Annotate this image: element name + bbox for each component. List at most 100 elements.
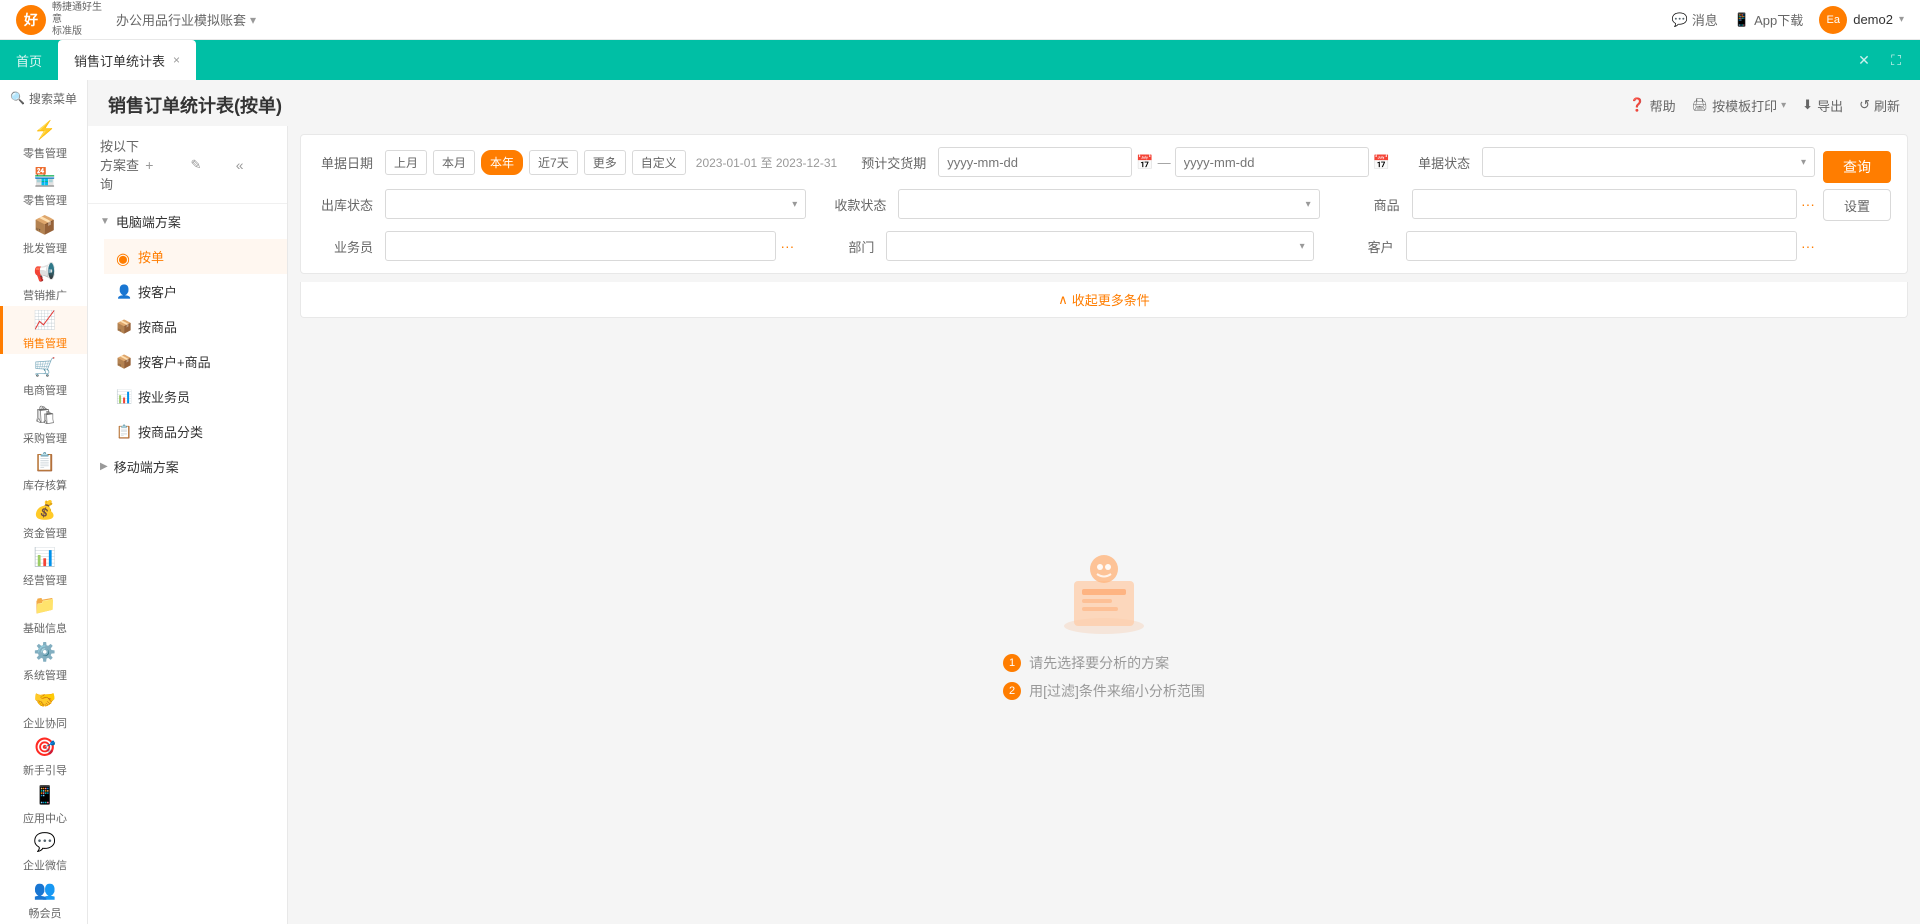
breadcrumb-expand-icon[interactable]: ▾ — [250, 13, 256, 27]
left-panel: 按以下方案查询 + ✎ « ▼ 电脑端方案 ◉ 按单 👤 — [88, 126, 288, 924]
split-layout: 按以下方案查询 + ✎ « ▼ 电脑端方案 ◉ 按单 👤 — [88, 126, 1920, 924]
sidebar-item-sales[interactable]: 📈 销售管理 — [0, 306, 87, 354]
date-label: 单据日期 — [317, 153, 373, 172]
sidebar-item-finance[interactable]: 💰 资金管理 — [0, 496, 87, 544]
collapse-bar[interactable]: ∧ 收起更多条件 — [300, 282, 1908, 318]
order-status-select[interactable]: ▾ — [1482, 147, 1815, 177]
customer-input[interactable] — [1406, 231, 1797, 261]
sidebar-item-basic[interactable]: 📁 基础信息 — [0, 592, 87, 640]
edit-scheme-icon[interactable]: ✎ — [191, 157, 230, 173]
sidebar-item-marketing[interactable]: 📢 营销推广 — [0, 259, 87, 307]
sidebar-item-purchase[interactable]: 🛍 采购管理 — [0, 401, 87, 449]
sidebar-item-retail[interactable]: 🏪 零售管理 — [0, 164, 87, 212]
by-category-icon: 📋 — [116, 424, 132, 440]
refresh-icon: ↺ — [1859, 97, 1870, 113]
dept-label: 部门 — [818, 237, 874, 256]
order-status-arrow-icon: ▾ — [1801, 157, 1806, 168]
filter-row-3: 业务员 ··· 部门 ▾ 客户 — [317, 231, 1815, 261]
customer-more-icon[interactable]: ··· — [1801, 238, 1815, 254]
date-btn-custom[interactable]: 自定义 — [632, 150, 686, 175]
product-more-icon[interactable]: ··· — [1801, 196, 1815, 212]
sidebar-item-newbie[interactable]: 🎯 新手引导 — [0, 734, 87, 782]
ecom-icon: 🛒 — [34, 357, 56, 378]
sidebar-search[interactable]: 🔍 搜索菜单 — [0, 80, 87, 116]
order-status-label: 单据状态 — [1414, 153, 1470, 172]
system-icon: ⚙️ — [34, 642, 56, 663]
calendar-from-icon[interactable]: 📅 — [1136, 154, 1153, 171]
tree-item-by-category[interactable]: 📋 按商品分类 — [104, 414, 287, 449]
tree-item-by-customer[interactable]: 👤 按客户 — [104, 274, 287, 309]
right-panel: 单据日期 上月 本月 本年 近7天 更多 自定义 2023-01-01 至 20… — [288, 126, 1920, 924]
collapse-icon: ∧ — [1058, 292, 1068, 308]
ship-status-arrow-icon: ▾ — [792, 199, 797, 210]
sidebar-item-wechat[interactable]: 💬 企业微信 — [0, 829, 87, 877]
app-download-button[interactable]: 📱 App下载 — [1734, 10, 1803, 29]
collab-icon: 🤝 — [34, 690, 56, 711]
ops-icon: 📊 — [34, 547, 56, 568]
help-button[interactable]: ❓ 帮助 — [1629, 96, 1675, 115]
tab-bar-right: ✕ ⛶ — [1852, 48, 1920, 72]
calendar-to-icon[interactable]: 📅 — [1373, 154, 1390, 171]
expected-date-from-input[interactable] — [938, 147, 1132, 177]
sidebar-item-appstore[interactable]: 📱 应用中心 — [0, 782, 87, 830]
export-icon: ⬇ — [1802, 97, 1813, 113]
sidebar-item-member[interactable]: 👥 畅会员 — [0, 877, 87, 924]
sidebar-item-shortcut[interactable]: ⚡ 零售管理 — [0, 116, 87, 164]
expected-date-to-input[interactable] — [1175, 147, 1369, 177]
tree-parent-mobile[interactable]: ▶ 移动端方案 — [88, 449, 287, 484]
window-expand-icon[interactable]: ⛶ — [1884, 48, 1908, 72]
sidebar-item-wholesale[interactable]: 📦 批发管理 — [0, 211, 87, 259]
sidebar-item-inventory[interactable]: 📋 库存核算 — [0, 449, 87, 497]
tree-item-by-product[interactable]: 📦 按商品 — [104, 309, 287, 344]
collapse-panel-icon[interactable]: « — [236, 157, 275, 173]
date-btn-more[interactable]: 更多 — [584, 150, 626, 175]
date-range-text: 2023-01-01 至 2023-12-31 — [696, 154, 837, 171]
tab-sales-order-stats[interactable]: 销售订单统计表 × — [58, 40, 196, 80]
date-btn-this-year[interactable]: 本年 — [481, 150, 523, 175]
print-arrow-icon: ▾ — [1781, 100, 1786, 111]
tree-parent-pc[interactable]: ▼ 电脑端方案 — [88, 204, 287, 239]
message-button[interactable]: 💬 消息 — [1672, 10, 1718, 29]
tab-close-icon[interactable]: × — [173, 53, 180, 67]
tree-item-by-cust-prod[interactable]: 📦 按客户+商品 — [104, 344, 287, 379]
retail-icon: 🏪 — [34, 167, 56, 188]
by-order-icon: ◉ — [116, 249, 132, 265]
tab-home[interactable]: 首页 — [0, 40, 58, 80]
sidebar-item-ops[interactable]: 📊 经营管理 — [0, 544, 87, 592]
left-panel-header: 按以下方案查询 + ✎ « — [88, 126, 287, 204]
message-icon: 💬 — [1672, 12, 1688, 28]
date-btn-this-month[interactable]: 本月 — [433, 150, 475, 175]
setting-button[interactable]: 设置 — [1823, 189, 1891, 221]
sidebar-item-ecom[interactable]: 🛒 电商管理 — [0, 354, 87, 402]
refresh-button[interactable]: ↺ 刷新 — [1859, 96, 1900, 115]
by-product-icon: 📦 — [116, 319, 132, 335]
search-icon: 🔍 — [10, 91, 25, 105]
salesperson-more-icon[interactable]: ··· — [780, 238, 794, 254]
add-scheme-icon[interactable]: + — [145, 157, 184, 173]
by-customer-icon: 👤 — [116, 284, 132, 300]
export-button[interactable]: ⬇ 导出 — [1802, 96, 1843, 115]
salesperson-input[interactable] — [385, 231, 776, 261]
payment-status-select[interactable]: ▾ — [898, 189, 1319, 219]
product-label: 商品 — [1344, 195, 1400, 214]
product-input[interactable] — [1412, 189, 1797, 219]
print-button[interactable]: 🖨 按模板打印 ▾ — [1692, 96, 1787, 115]
ship-status-label: 出库状态 — [317, 195, 373, 214]
member-icon: 👥 — [34, 880, 56, 901]
window-close-icon[interactable]: ✕ — [1852, 48, 1876, 72]
tree-item-by-staff[interactable]: 📊 按业务员 — [104, 379, 287, 414]
filter-row-1: 单据日期 上月 本月 本年 近7天 更多 自定义 2023-01-01 至 20… — [317, 147, 1815, 177]
salesperson-label: 业务员 — [317, 237, 373, 256]
ship-status-select[interactable]: ▾ — [385, 189, 806, 219]
avatar: Ea — [1819, 6, 1847, 34]
sidebar-item-system[interactable]: ⚙️ 系统管理 — [0, 639, 87, 687]
dept-select[interactable]: ▾ — [886, 231, 1313, 261]
basic-icon: 📁 — [34, 595, 56, 616]
date-btn-last-month[interactable]: 上月 — [385, 150, 427, 175]
sidebar-item-collab[interactable]: 🤝 企业协同 — [0, 687, 87, 735]
user-menu[interactable]: Ea demo2 ▾ — [1819, 6, 1904, 34]
logo-icon: 好 — [16, 5, 46, 35]
query-button[interactable]: 查询 — [1823, 151, 1891, 183]
tree-item-by-order[interactable]: ◉ 按单 — [104, 239, 287, 274]
date-btn-7days[interactable]: 近7天 — [529, 150, 578, 175]
